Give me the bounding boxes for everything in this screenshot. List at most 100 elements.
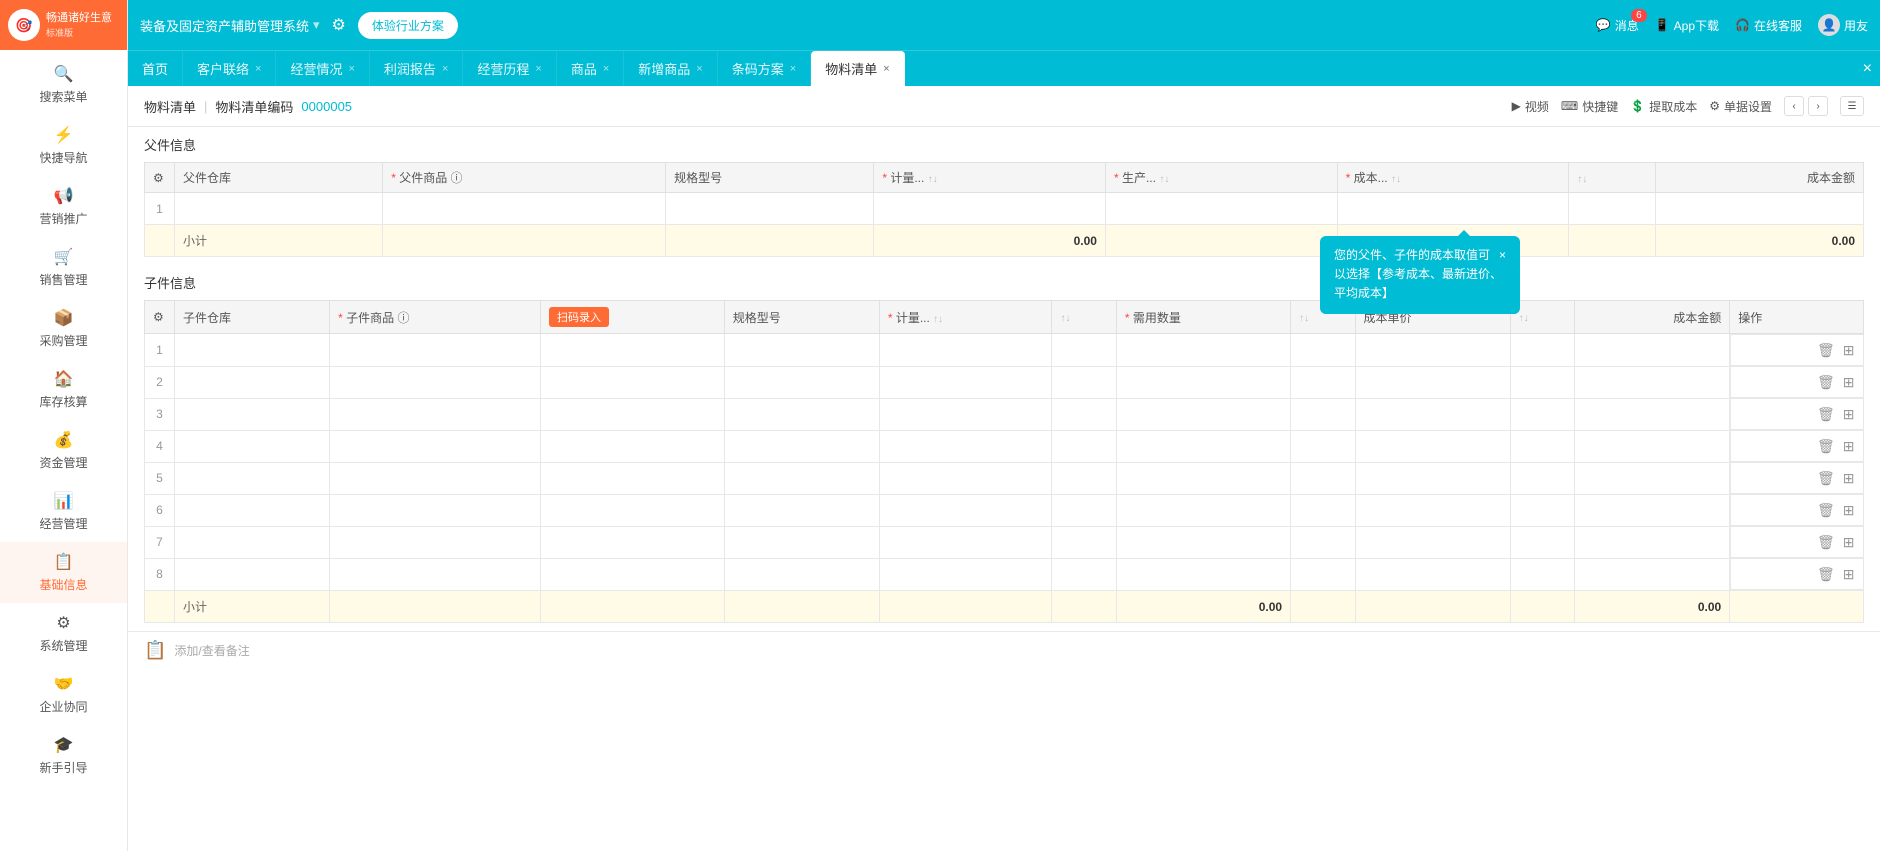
parent-col-produce: * 生产... ↑↓ (1105, 163, 1337, 193)
service-button[interactable]: 🎧 在线客服 (1735, 17, 1802, 34)
message-icon: 💬 (1596, 18, 1611, 32)
tab-bom[interactable]: 物料清单 × (811, 51, 904, 86)
child-row-3: 3 🗑 ⊞ (145, 398, 1864, 430)
sidebar-item-10[interactable]: 🤝企业协同 (0, 664, 127, 725)
tab-barcode-close[interactable]: × (790, 63, 796, 75)
copy-icon-5[interactable]: ⊞ (1843, 470, 1855, 487)
child-section-title: 子件信息 (144, 273, 1864, 292)
tab-profit-close[interactable]: × (442, 63, 448, 75)
parent-section-title: 父件信息 (144, 135, 1864, 154)
parent-section: 父件信息 ⚙ 父件仓库 * 父件商品 ⓘ 规格型号 * 计量... ↑↓ * 生… (128, 127, 1880, 265)
logo-icon: 🎯 (8, 9, 40, 41)
prev-arrow[interactable]: ‹ (1784, 96, 1804, 116)
parent-row-1: 1 (145, 193, 1864, 225)
nav-tabs: 首页 客户联络 × 经营情况 × 利润报告 × 经营历程 × 商品 × 新增商品… (128, 50, 1880, 86)
tab-customer[interactable]: 客户联络 × (183, 51, 276, 86)
tab-goods-close[interactable]: × (603, 63, 609, 75)
child-row-4: 4 🗑 ⊞ (145, 430, 1864, 462)
copy-icon-8[interactable]: ⊞ (1843, 566, 1855, 583)
sidebar-item-8[interactable]: 📋基础信息 (0, 542, 127, 603)
list-view-icon[interactable]: ☰ (1840, 96, 1864, 116)
scan-input-btn[interactable]: 扫码录入 (549, 307, 609, 327)
copy-icon-6[interactable]: ⊞ (1843, 502, 1855, 519)
sidebar-item-2[interactable]: 📢营销推广 (0, 176, 127, 237)
sidebar-item-7[interactable]: 📊经营管理 (0, 481, 127, 542)
delete-icon-6[interactable]: 🗑 (1817, 502, 1835, 519)
extract-cost-icon: 💲 (1630, 99, 1645, 113)
parent-subtotal-amount: 0.00 (1655, 225, 1863, 257)
copy-icon-1[interactable]: ⊞ (1843, 342, 1855, 359)
single-setting-action[interactable]: ⚙ 单据设置 (1709, 98, 1772, 115)
delete-icon-5[interactable]: 🗑 (1817, 470, 1835, 487)
copy-icon-3[interactable]: ⊞ (1843, 406, 1855, 423)
sidebar-item-3[interactable]: 🛒销售管理 (0, 237, 127, 298)
tab-operations-close[interactable]: × (348, 63, 354, 75)
sidebar-item-6[interactable]: 💰资金管理 (0, 420, 127, 481)
bottom-icon: 📋 (144, 640, 166, 661)
sidebar-nav: 🔍搜索菜单⚡快捷导航📢营销推广🛒销售管理📦采购管理🏠库存核算💰资金管理📊经营管理… (0, 50, 127, 851)
copy-icon-2[interactable]: ⊞ (1843, 374, 1855, 391)
logo-sub: 标准版 (46, 26, 112, 39)
next-arrow[interactable]: › (1808, 96, 1828, 116)
app-icon: 📱 (1655, 18, 1670, 32)
tab-operations[interactable]: 经营情况 × (276, 51, 369, 86)
extract-cost-action[interactable]: 💲 提取成本 (1630, 98, 1697, 115)
tooltip-close-icon[interactable]: × (1499, 246, 1506, 265)
sidebar-item-11[interactable]: 🎓新手引导 (0, 725, 127, 786)
page-actions: ▶ 视频 ⌨ 快捷键 💲 提取成本 ⚙ 单据设置 ‹ › (1512, 96, 1864, 116)
page-nav-arrows: ‹ › (1784, 96, 1828, 116)
sidebar: 🎯 畅通诸好生意 标准版 🔍搜索菜单⚡快捷导航📢营销推广🛒销售管理📦采购管理🏠库… (0, 0, 128, 851)
copy-icon-4[interactable]: ⊞ (1843, 438, 1855, 455)
delete-icon-4[interactable]: 🗑 (1817, 438, 1835, 455)
tab-barcode[interactable]: 条码方案 × (718, 51, 811, 86)
parent-col-spec: 规格型号 (666, 163, 874, 193)
copy-icon-7[interactable]: ⊞ (1843, 534, 1855, 551)
app-download-button[interactable]: 📱 App下载 (1655, 17, 1719, 34)
parent-col-settings[interactable]: ⚙ (145, 163, 175, 193)
shortcut-icon: ⌨ (1561, 99, 1578, 113)
settings-icon[interactable]: ⚙ (328, 11, 350, 39)
child-subtotal-amount: 0.00 (1575, 591, 1730, 623)
sidebar-item-0[interactable]: 🔍搜索菜单 (0, 54, 127, 115)
tab-new-goods[interactable]: 新增商品 × (624, 51, 717, 86)
delete-icon-7[interactable]: 🗑 (1817, 534, 1835, 551)
tooltip: × 您的父件、子件的成本取值可以选择【参考成本、最新进价、平均成本】 (1320, 236, 1520, 314)
breadcrumb-bom: 物料清单 (144, 97, 196, 116)
tab-bom-close[interactable]: × (883, 63, 889, 75)
breadcrumb: 物料清单 | 物料清单编码 0000005 (144, 97, 352, 116)
delete-icon-3[interactable]: 🗑 (1817, 406, 1835, 423)
child-row-5: 5 🗑 ⊞ (145, 462, 1864, 494)
bottom-label: 添加/查看备注 (174, 642, 249, 659)
tab-home[interactable]: 首页 (128, 51, 183, 86)
topbar-right: 💬 6 消息 📱 App下载 🎧 在线客服 👤 用友 (1596, 14, 1868, 36)
bottom-bar: 📋 添加/查看备注 (128, 631, 1880, 669)
scan-btn-col: 扫码录入 (540, 301, 724, 334)
tab-history[interactable]: 经营历程 × (463, 51, 556, 86)
tab-customer-close[interactable]: × (255, 63, 261, 75)
sidebar-item-4[interactable]: 📦采购管理 (0, 298, 127, 359)
child-col-action: 操作 (1730, 301, 1864, 334)
delete-icon-1[interactable]: 🗑 (1817, 342, 1835, 359)
trial-button[interactable]: 体验行业方案 (358, 12, 458, 39)
shortcut-action[interactable]: ⌨ 快捷键 (1561, 98, 1618, 115)
sidebar-item-5[interactable]: 🏠库存核算 (0, 359, 127, 420)
sidebar-item-1[interactable]: ⚡快捷导航 (0, 115, 127, 176)
tab-profit[interactable]: 利润报告 × (370, 51, 463, 86)
tab-goods[interactable]: 商品 × (557, 51, 624, 86)
delete-icon-8[interactable]: 🗑 (1817, 566, 1835, 583)
sidebar-item-9[interactable]: ⚙系统管理 (0, 603, 127, 664)
child-row-6: 6 🗑 ⊞ (145, 494, 1864, 526)
breadcrumb-code-label: 物料清单编码 (215, 97, 293, 116)
user-button[interactable]: 👤 用友 (1818, 14, 1868, 36)
system-title: 装备及固定资产辅助管理系统 ▾ (140, 16, 320, 35)
tab-close-all[interactable]: × (1863, 60, 1872, 78)
delete-icon-2[interactable]: 🗑 (1817, 374, 1835, 391)
child-col-settings[interactable]: ⚙ (145, 301, 175, 334)
parent-col-sort: ↑↓ (1569, 163, 1655, 193)
messages-button[interactable]: 💬 6 消息 (1596, 17, 1639, 34)
tab-history-close[interactable]: × (535, 63, 541, 75)
parent-col-amount: 成本金额 (1655, 163, 1863, 193)
tab-new-goods-close[interactable]: × (696, 63, 702, 75)
video-action[interactable]: ▶ 视频 (1512, 98, 1549, 115)
tooltip-text: 您的父件、子件的成本取值可以选择【参考成本、最新进价、平均成本】 (1334, 248, 1502, 300)
